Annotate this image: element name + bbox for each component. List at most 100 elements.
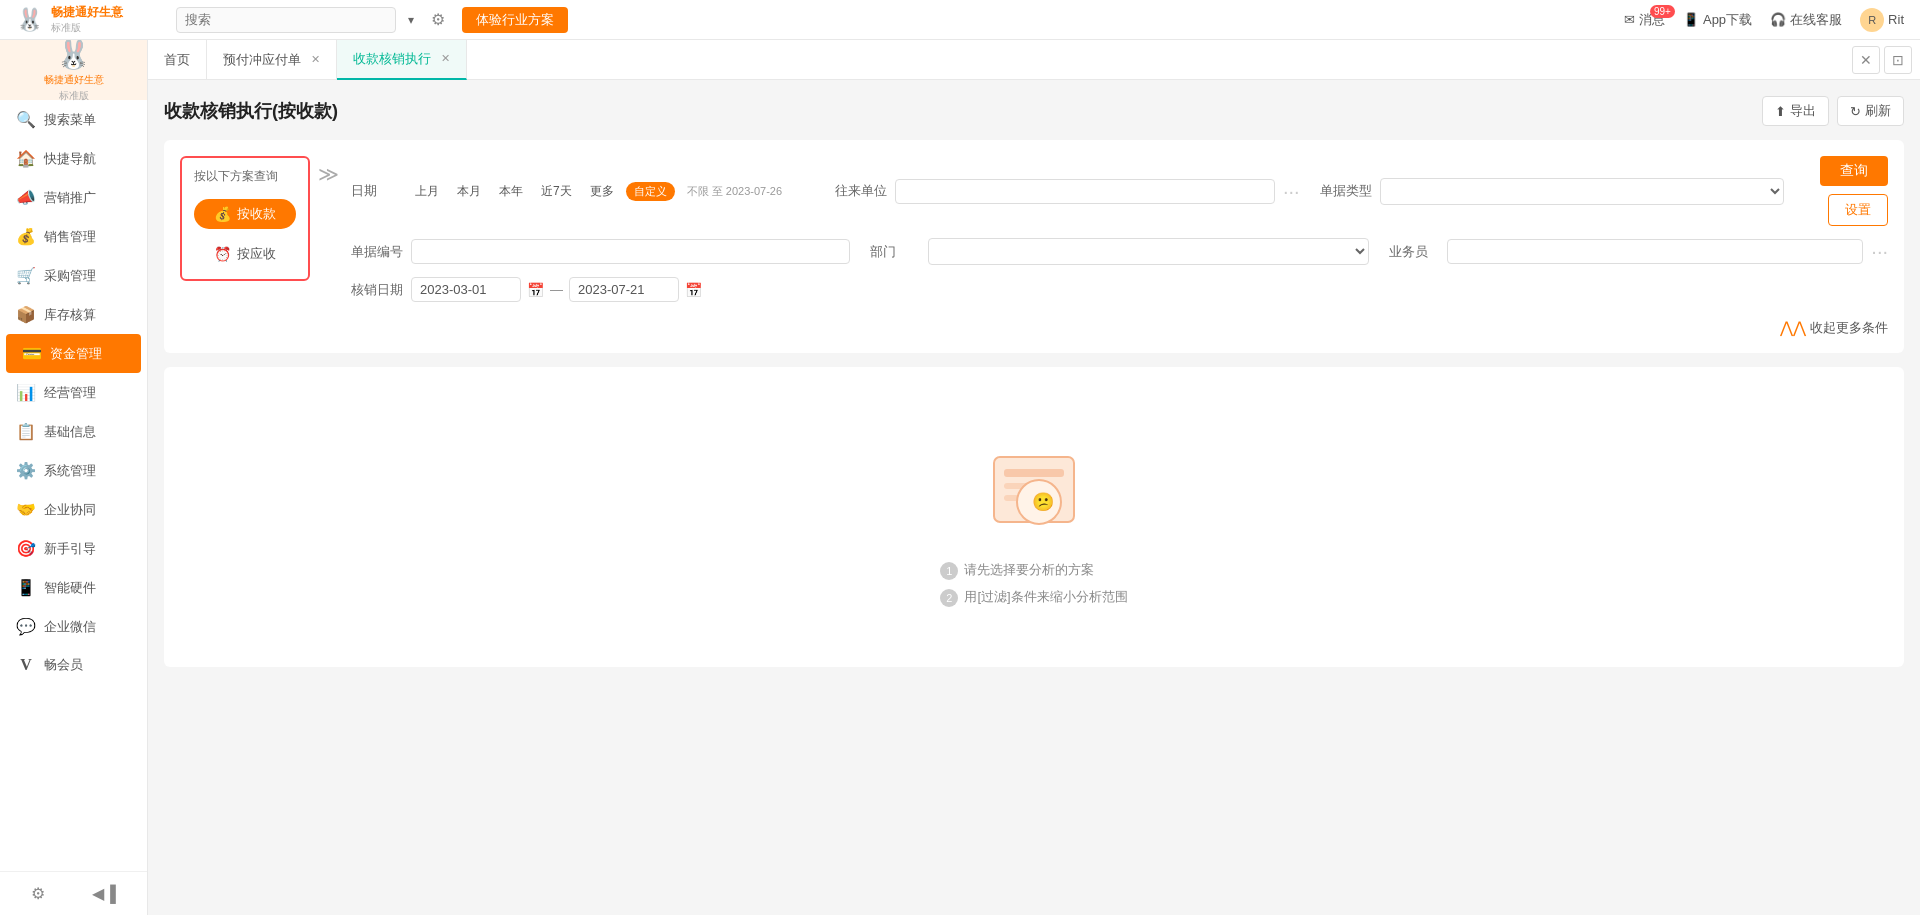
tab-receipt-writeoff-close[interactable]: ✕ bbox=[441, 52, 450, 65]
doc-number-input[interactable] bbox=[411, 239, 850, 264]
writeoff-date-end-input[interactable] bbox=[569, 277, 679, 302]
writeoff-end-calendar-icon[interactable]: 📅 bbox=[685, 282, 702, 298]
dept-select[interactable] bbox=[928, 238, 1369, 265]
sidebar-item-sales[interactable]: 💰 销售管理 bbox=[0, 217, 147, 256]
writeoff-start-calendar-icon[interactable]: 📅 bbox=[527, 282, 544, 298]
dept-label: 部门 bbox=[870, 243, 920, 261]
app-logo-icon: 🐰 bbox=[16, 7, 43, 33]
writeoff-date-start-input[interactable] bbox=[411, 277, 521, 302]
doc-type-label: 单据类型 bbox=[1320, 182, 1372, 200]
sidebar-item-wechat[interactable]: 💬 企业微信 bbox=[0, 607, 147, 646]
maximize-button[interactable]: ⊡ bbox=[1884, 46, 1912, 74]
filter-employee-field: 业务员 ··· bbox=[1389, 239, 1888, 264]
date-more-btn[interactable]: 更多 bbox=[584, 181, 620, 202]
date-last-7-days-btn[interactable]: 近7天 bbox=[535, 181, 578, 202]
date-custom-tag[interactable]: 自定义 bbox=[626, 182, 675, 201]
system-icon: ⚙️ bbox=[16, 461, 36, 480]
sidebar-item-search-menu[interactable]: 🔍 搜索菜单 bbox=[0, 100, 147, 139]
partner-input[interactable] bbox=[895, 179, 1275, 204]
collapse-more-conditions[interactable]: ⋀⋀ 收起更多条件 bbox=[351, 318, 1888, 337]
sidebar-item-guide[interactable]: 🎯 新手引导 bbox=[0, 529, 147, 568]
dropdown-arrow-icon[interactable]: ▾ bbox=[408, 13, 414, 27]
tab-prepay-close[interactable]: ✕ bbox=[311, 53, 320, 66]
date-options: 上月 本月 本年 近7天 更多 自定义 bbox=[409, 181, 675, 202]
filter-by-receipt-option[interactable]: 💰 按收款 bbox=[194, 199, 296, 229]
partner-label: 往来单位 bbox=[835, 182, 887, 200]
sidebar-item-inventory[interactable]: 📦 库存核算 bbox=[0, 295, 147, 334]
messages-button[interactable]: ✉ 消息 99+ bbox=[1624, 11, 1665, 29]
empty-state: 😕 1 请先选择要分析的方案 2 用[过滤]条件来缩小分析范围 bbox=[164, 367, 1904, 667]
operations-icon: 📊 bbox=[16, 383, 36, 402]
inventory-icon: 📦 bbox=[16, 305, 36, 324]
purchase-icon: 🛒 bbox=[16, 266, 36, 285]
export-button[interactable]: ⬆ 导出 bbox=[1762, 96, 1829, 126]
employee-input[interactable] bbox=[1447, 239, 1863, 264]
sidebar-item-basic-info[interactable]: 📋 基础信息 bbox=[0, 412, 147, 451]
svg-text:😕: 😕 bbox=[1032, 491, 1055, 513]
date-this-year-btn[interactable]: 本年 bbox=[493, 181, 529, 202]
tab-home[interactable]: 首页 bbox=[148, 40, 207, 80]
sidebar-item-member[interactable]: V 畅会员 bbox=[0, 646, 147, 684]
industry-solution-button[interactable]: 体验行业方案 bbox=[462, 7, 568, 33]
sidebar-item-purchase[interactable]: 🛒 采购管理 bbox=[0, 256, 147, 295]
collapse-icon: ⋀⋀ bbox=[1780, 318, 1806, 337]
query-button[interactable]: 查询 bbox=[1820, 156, 1888, 186]
filter-row-2: 单据编号 部门 业务员 ··· bbox=[351, 238, 1888, 265]
empty-tip-1: 1 请先选择要分析的方案 bbox=[940, 561, 1127, 580]
employee-more-icon[interactable]: ··· bbox=[1871, 240, 1888, 263]
wechat-icon: 💬 bbox=[16, 617, 36, 636]
app-version: 标准版 bbox=[51, 21, 123, 35]
refresh-button[interactable]: ↻ 刷新 bbox=[1837, 96, 1904, 126]
online-support-button[interactable]: 🎧 在线客服 bbox=[1770, 11, 1842, 29]
writeoff-date-label: 核销日期 bbox=[351, 281, 403, 299]
sidebar-item-hardware[interactable]: 📱 智能硬件 bbox=[0, 568, 147, 607]
employee-label: 业务员 bbox=[1389, 243, 1439, 261]
filter-writeoff-date-field: 核销日期 📅 — 📅 bbox=[351, 277, 1888, 302]
gear-icon[interactable]: ⚙ bbox=[426, 8, 450, 32]
logo-area: 🐰 畅捷通好生意 标准版 bbox=[16, 4, 164, 35]
sidebar-item-quick-nav[interactable]: 🏠 快捷导航 bbox=[0, 139, 147, 178]
sidebar-logo-icon: 🐰 bbox=[56, 40, 91, 71]
refresh-icon: ↻ bbox=[1850, 104, 1861, 119]
sidebar-logo-text: 畅捷通好生意 bbox=[44, 73, 104, 87]
user-profile-area[interactable]: R Rit bbox=[1860, 8, 1904, 32]
partner-more-icon[interactable]: ··· bbox=[1283, 180, 1300, 203]
search-input[interactable] bbox=[176, 7, 396, 33]
filter-section-title: 按以下方案查询 bbox=[194, 168, 278, 185]
sidebar-settings-button[interactable]: ⚙ bbox=[27, 880, 49, 907]
filter-row-1: 日期 上月 本月 本年 近7天 更多 自定义 不限 至 2023-07-26 bbox=[351, 156, 1888, 226]
svg-rect-1 bbox=[1004, 469, 1064, 477]
filter-dept-field: 部门 bbox=[870, 238, 1369, 265]
avatar: R bbox=[1860, 8, 1884, 32]
page-header-actions: ⬆ 导出 ↻ 刷新 bbox=[1762, 96, 1904, 126]
results-area: 😕 1 请先选择要分析的方案 2 用[过滤]条件来缩小分析范围 bbox=[164, 367, 1904, 667]
date-this-month-btn[interactable]: 本月 bbox=[451, 181, 487, 202]
sidebar-item-system[interactable]: ⚙️ 系统管理 bbox=[0, 451, 147, 490]
empty-illustration: 😕 bbox=[974, 427, 1094, 547]
sidebar-item-enterprise[interactable]: 🤝 企业协同 bbox=[0, 490, 147, 529]
sidebar-item-finance[interactable]: 💳 资金管理 bbox=[6, 334, 141, 373]
tab-prepay[interactable]: 预付冲应付单 ✕ bbox=[207, 40, 337, 80]
close-tab-button[interactable]: ✕ bbox=[1852, 46, 1880, 74]
date-label: 日期 bbox=[351, 182, 401, 200]
sidebar-item-operations[interactable]: 📊 经营管理 bbox=[0, 373, 147, 412]
empty-tips: 1 请先选择要分析的方案 2 用[过滤]条件来缩小分析范围 bbox=[940, 561, 1127, 607]
date-last-month-btn[interactable]: 上月 bbox=[409, 181, 445, 202]
quick-nav-icon: 🏠 bbox=[16, 149, 36, 168]
sidebar-logo: 🐰 畅捷通好生意 标准版 bbox=[0, 40, 147, 100]
finance-icon: 💳 bbox=[22, 344, 42, 363]
search-menu-icon: 🔍 bbox=[16, 110, 36, 129]
sidebar-item-marketing[interactable]: 📣 营销推广 bbox=[0, 178, 147, 217]
receivable-option-icon: ⏰ bbox=[214, 246, 231, 262]
app-download-button[interactable]: 📱 App下载 bbox=[1683, 11, 1752, 29]
support-icon: 🎧 bbox=[1770, 12, 1786, 27]
filter-date-field: 日期 上月 本月 本年 近7天 更多 自定义 不限 至 2023-07-26 bbox=[351, 181, 815, 202]
filter-settings-button[interactable]: 设置 bbox=[1828, 194, 1888, 226]
sidebar-collapse-button[interactable]: ◀▐ bbox=[88, 880, 119, 907]
filter-collapse-left-button[interactable]: ≫ bbox=[318, 156, 339, 186]
top-bar-right: ✉ 消息 99+ 📱 App下载 🎧 在线客服 R Rit bbox=[1624, 8, 1904, 32]
doc-type-select[interactable] bbox=[1380, 178, 1784, 205]
filter-by-receivable-option[interactable]: ⏰ 按应收 bbox=[194, 239, 296, 269]
tab-receipt-writeoff[interactable]: 收款核销执行 ✕ bbox=[337, 40, 467, 80]
marketing-icon: 📣 bbox=[16, 188, 36, 207]
